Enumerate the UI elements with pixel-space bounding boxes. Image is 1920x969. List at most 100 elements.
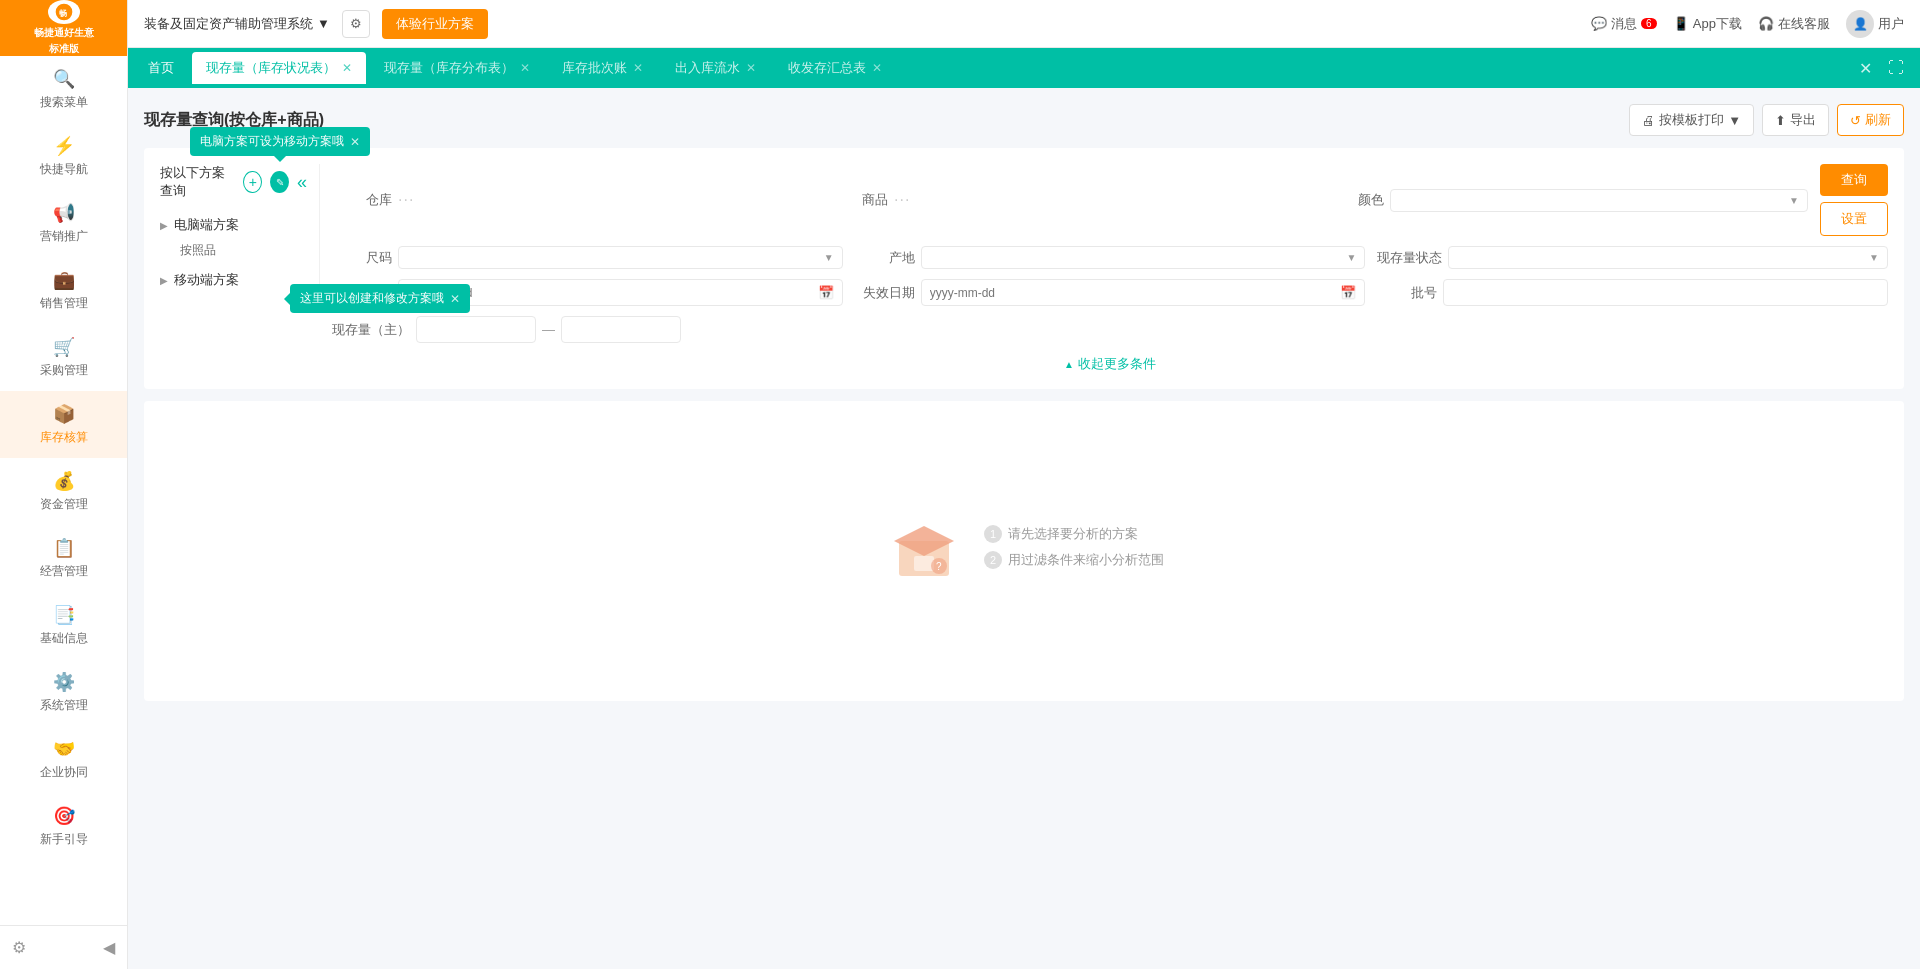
sidebar-item-search[interactable]: 🔍 搜索菜单 [0,56,127,123]
batch-input[interactable] [1443,279,1888,306]
stock-status-select[interactable]: ▼ [1448,246,1888,269]
query-button[interactable]: 查询 [1820,164,1888,196]
chevron-down-icon: ▼ [824,252,834,263]
filter-row-4: 现存量（主） — [332,316,1888,343]
tab-actions: ✕ ⛶ [1855,59,1916,78]
export-icon: ⬆ [1775,113,1786,128]
tab-home-label: 首页 [148,59,174,77]
notification-label: 消息 [1611,15,1637,33]
sidebar-item-label: 企业协同 [40,764,88,781]
app-edition: 标准版 [49,42,79,56]
filter-field-expire-date: 失效日期 📅 [855,279,1366,306]
sidebar-item-marketing[interactable]: 📢 营销推广 [0,190,127,257]
tooltip-close-icon[interactable]: ✕ [350,135,360,149]
product-input[interactable]: ··· [894,191,1312,209]
sidebar-item-quick-nav[interactable]: ⚡ 快捷导航 [0,123,127,190]
scheme-group-mobile-header[interactable]: ▶ 移动端方案 [160,267,307,293]
tab-maximize-icon[interactable]: ⛶ [1884,59,1908,78]
tab-in-out-flow[interactable]: 出入库流水 ✕ [661,52,770,84]
tooltip-scheme-hint: 电脑方案可设为移动方案哦 ✕ [190,127,370,156]
tab-bar: 首页 现存量（库存状况表） ✕ 现存量（库存分布表） ✕ 库存批次账 ✕ 出入库… [128,48,1920,88]
user-menu[interactable]: 👤 用户 [1846,10,1904,38]
system-name-selector[interactable]: 装备及固定资产辅助管理系统 ▼ [144,15,330,33]
tab-close-icon[interactable]: ✕ [872,61,882,75]
inventory-icon: 📦 [53,403,75,425]
app-download-button[interactable]: 📱 App下载 [1673,15,1742,33]
finance-icon: 💰 [53,470,75,492]
tab-close-icon[interactable]: ✕ [342,61,352,75]
lightning-icon: ⚡ [53,135,75,157]
tooltip2-close-icon[interactable]: ✕ [450,292,460,306]
tab-close-icon[interactable]: ✕ [520,61,530,75]
sidebar-item-label: 快捷导航 [40,161,88,178]
sidebar-item-enterprise[interactable]: 🤝 企业协同 [0,726,127,793]
tab-inventory-status[interactable]: 现存量（库存状况表） ✕ [192,52,366,84]
sidebar-item-sales[interactable]: 💼 销售管理 [0,257,127,324]
stock-qty-min[interactable] [416,316,536,343]
color-select[interactable]: ▼ [1390,189,1808,212]
warehouse-input[interactable]: ··· [398,191,414,209]
tab-close-icon[interactable]: ✕ [633,61,643,75]
filter-edit-button[interactable]: ✎ 电脑方案可设为移动方案哦 ✕ [270,171,289,193]
gear-button[interactable]: ⚙ [342,10,370,38]
filter-add-button[interactable]: + [243,171,262,193]
template-print-button[interactable]: 🖨 按模板打印 ▼ [1629,104,1754,136]
tooltip-create-hint: 这里可以创建和修改方案哦 ✕ [290,284,470,313]
gear-icon: ⚙ [350,16,362,31]
sidebar-item-label: 搜索菜单 [40,94,88,111]
sidebar-item-inventory[interactable]: 📦 库存核算 [0,391,127,458]
sidebar-item-basic-info[interactable]: 📑 基础信息 [0,592,127,659]
sidebar-nav: 🔍 搜索菜单 ⚡ 快捷导航 📢 营销推广 💼 销售管理 🛒 采购管理 📦 库存核… [0,56,127,925]
sidebar-item-guide[interactable]: 🎯 新手引导 [0,793,127,860]
origin-select[interactable]: ▼ [921,246,1366,269]
filter-back-button[interactable]: « [297,172,307,193]
online-support-button[interactable]: 🎧 在线客服 [1758,15,1830,33]
tab-inventory-dist-label: 现存量（库存分布表） [384,59,514,77]
scheme-item[interactable]: 按照品 [160,238,307,263]
setting-button[interactable]: 设置 [1820,202,1888,236]
scheme-group-header[interactable]: ▶ 电脑端方案 [160,212,307,238]
filter-row-2: 尺码 ▼ 产地 ▼ [332,246,1888,269]
stock-qty-label: 现存量（主） [332,321,410,339]
empty-tips: 1 请先选择要分析的方案 2 用过滤条件来缩小分析范围 [984,525,1164,577]
enterprise-icon: 🤝 [53,738,75,760]
notification-button[interactable]: 💬 消息 6 [1591,15,1657,33]
sidebar-item-purchase[interactable]: 🛒 采购管理 [0,324,127,391]
tab-receive-summary[interactable]: 收发存汇总表 ✕ [774,52,896,84]
color-label: 颜色 [1324,191,1384,209]
export-button[interactable]: ⬆ 导出 [1762,104,1829,136]
tab-home[interactable]: 首页 [134,52,188,84]
sidebar-item-system[interactable]: ⚙️ 系统管理 [0,659,127,726]
scheme-group-desktop: ▶ 电脑端方案 按照品 [160,212,307,263]
sidebar-item-finance[interactable]: 💰 资金管理 [0,458,127,525]
refresh-button[interactable]: ↺ 刷新 [1837,104,1904,136]
tab-batch-account-label: 库存批次账 [562,59,627,77]
svg-text:?: ? [936,561,942,572]
tab-close-all-icon[interactable]: ✕ [1855,59,1876,78]
filter-field-stock-qty: 现存量（主） — [332,316,792,343]
filter-row-3: 生产日期 📅 失效日期 📅 [332,279,1888,306]
tip-num-1: 1 [984,525,1002,543]
stock-qty-max[interactable] [561,316,681,343]
filter-field-product: 商品 ··· [828,191,1312,209]
tab-close-icon[interactable]: ✕ [746,61,756,75]
refresh-icon: ↺ [1850,113,1861,128]
header-left: 装备及固定资产辅助管理系统 ▼ ⚙ 体验行业方案 [144,9,488,39]
size-select[interactable]: ▼ [398,246,843,269]
sidebar-item-operations[interactable]: 📋 经营管理 [0,525,127,592]
logo-icon: 畅 [48,0,80,24]
sidebar-item-label: 采购管理 [40,362,88,379]
sidebar-item-label: 营销推广 [40,228,88,245]
expire-date-input[interactable]: 📅 [921,279,1366,306]
system-name: 装备及固定资产辅助管理系统 [144,15,313,33]
tab-batch-account[interactable]: 库存批次账 ✕ [548,52,657,84]
settings-bottom-icon[interactable]: ⚙ [12,938,26,957]
empty-tip-1: 1 请先选择要分析的方案 [984,525,1164,543]
collapse-sidebar-icon[interactable]: ◀ [103,938,115,957]
tab-inventory-dist[interactable]: 现存量（库存分布表） ✕ [370,52,544,84]
expire-date-field[interactable] [930,286,1337,300]
tooltip-arrow [274,156,286,162]
experience-button[interactable]: 体验行业方案 [382,9,488,39]
collapse-filters-button[interactable]: ▲ 收起更多条件 [332,355,1888,373]
dropdown-arrow-icon: ▼ [1728,113,1741,128]
